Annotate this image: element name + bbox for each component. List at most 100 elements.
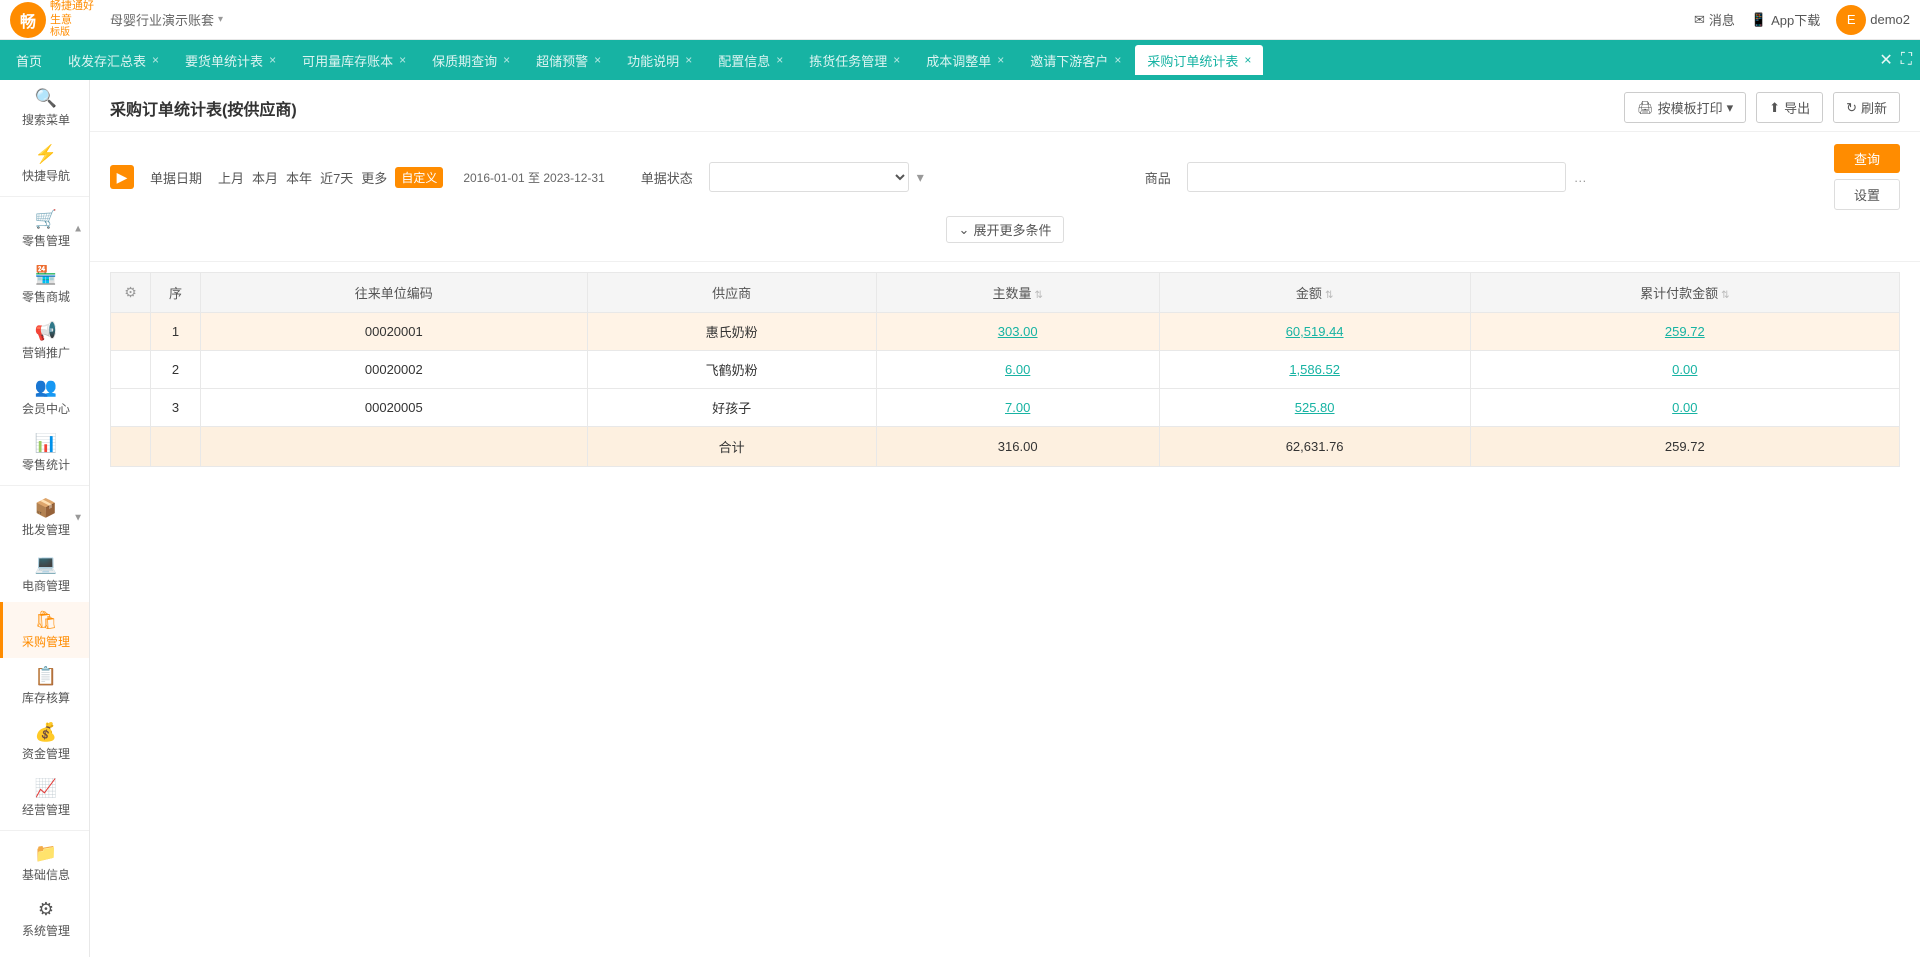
sidebar-item-operation[interactable]: 📈 经营管理	[0, 770, 89, 826]
sidebar-item-enterprise[interactable]: 🤝 企业协同	[0, 947, 89, 957]
column-settings-icon[interactable]: ⚙	[124, 284, 137, 300]
paid-link[interactable]: 0.00	[1672, 362, 1697, 377]
filter-area: ▶ 单据日期 上月 本月 本年 近7天 更多 自定义 2016-01-01 至 …	[90, 132, 1920, 262]
search-button[interactable]: 查询	[1834, 144, 1900, 173]
col-main-qty: 主数量⇅	[876, 273, 1159, 313]
tab-expand-button[interactable]: ⛶	[1901, 51, 1912, 69]
date-filter-label: 单据日期	[150, 168, 202, 187]
row-amount: 1,586.52	[1159, 351, 1470, 389]
tab-cost-adjust[interactable]: 成本调整单 ×	[914, 45, 1016, 75]
table-row[interactable]: 3 00020005 好孩子 7.00 525.80 0.00	[111, 389, 1900, 427]
row-settings-cell	[111, 351, 151, 389]
quick-nav-icon: ⚡	[35, 144, 57, 165]
tab-close-all-button[interactable]: ✕	[1879, 50, 1892, 70]
user-profile[interactable]: E demo2	[1836, 5, 1910, 35]
tab-close-cost-adjust[interactable]: ×	[997, 53, 1004, 67]
expand-more-button[interactable]: ⌄ 展开更多条件	[946, 216, 1065, 243]
sidebar-item-basic[interactable]: 📁 基础信息	[0, 835, 89, 891]
sidebar-item-retail[interactable]: 🛒 零售管理 ▲	[0, 201, 89, 257]
refresh-button[interactable]: ↻ 刷新	[1833, 92, 1900, 123]
table-footer-row: 合计 316.00 62,631.76 259.72	[111, 427, 1900, 467]
shortcut-this-month[interactable]: 本月	[252, 168, 278, 187]
sidebar-item-inventory[interactable]: 📋 库存核算	[0, 658, 89, 714]
table-row[interactable]: 2 00020002 飞鹤奶粉 6.00 1,586.52 0.00	[111, 351, 1900, 389]
footer-main-qty: 316.00	[876, 427, 1159, 467]
page-title: 采购订单统计表(按供应商)	[110, 96, 297, 120]
status-select-arrow[interactable]: ▾	[917, 169, 924, 186]
tab-close-stock-book[interactable]: ×	[399, 53, 406, 67]
export-button[interactable]: ⬆ 导出	[1756, 92, 1823, 123]
tab-overstock-alert[interactable]: 超储预警 ×	[524, 45, 613, 75]
footer-summary-label: 合计	[587, 427, 876, 467]
tab-close-purchase-stats[interactable]: ×	[1244, 53, 1251, 67]
custom-date-button[interactable]: 自定义	[395, 167, 443, 188]
goods-filter-input[interactable]	[1187, 162, 1566, 192]
row-no: 1	[151, 313, 201, 351]
chevron-down-icon: ⌄	[959, 222, 970, 238]
message-button[interactable]: ✉ 消息	[1694, 10, 1735, 29]
tab-close-order-stats[interactable]: ×	[269, 53, 276, 67]
tab-close-pick-task[interactable]: ×	[893, 53, 900, 67]
tab-order-stats[interactable]: 要货单统计表 ×	[173, 45, 288, 75]
app-download-button[interactable]: 📱 App下载	[1751, 10, 1820, 29]
qty-link[interactable]: 7.00	[1005, 400, 1030, 415]
sidebar-item-purchase[interactable]: 🛍 采购管理	[0, 602, 89, 658]
sidebar-item-wholesale[interactable]: 📦 批发管理 ▼	[0, 490, 89, 546]
row-main-qty: 303.00	[876, 313, 1159, 351]
shortcut-last-month[interactable]: 上月	[218, 168, 244, 187]
sidebar-item-system[interactable]: ⚙ 系统管理	[0, 891, 89, 947]
chevron-down-icon: ▼	[73, 513, 83, 524]
download-icon: 📱	[1751, 12, 1767, 28]
sidebar-item-retail-stats[interactable]: 📊 零售统计	[0, 425, 89, 481]
table-row[interactable]: 1 00020001 惠氏奶粉 303.00 60,519.44 259.72	[111, 313, 1900, 351]
capital-icon: 💰	[35, 722, 57, 743]
sidebar-item-member[interactable]: 👥 会员中心	[0, 369, 89, 425]
sidebar-item-search[interactable]: 🔍 搜索菜单	[0, 80, 89, 136]
qty-link[interactable]: 6.00	[1005, 362, 1030, 377]
sidebar-item-marketing[interactable]: 📢 营销推广	[0, 313, 89, 369]
marketing-icon: 📢	[35, 321, 57, 342]
shortcut-this-year[interactable]: 本年	[286, 168, 312, 187]
goods-filter-more-icon[interactable]: …	[1574, 170, 1587, 185]
qty-link[interactable]: 303.00	[998, 324, 1038, 339]
tab-close-overstock[interactable]: ×	[594, 53, 601, 67]
tab-config-info[interactable]: 配置信息 ×	[706, 45, 795, 75]
tab-close-receive-pay[interactable]: ×	[152, 53, 159, 67]
shortcut-more[interactable]: 更多	[361, 168, 387, 187]
workspace-selector[interactable]: 母婴行业演示账套 ▾	[110, 10, 223, 29]
sidebar-item-quick-nav[interactable]: ⚡ 快捷导航	[0, 136, 89, 192]
avatar: E	[1836, 5, 1866, 35]
sidebar-item-retail-mall[interactable]: 🏪 零售商城	[0, 257, 89, 313]
filter-toggle-button[interactable]: ▶	[110, 165, 134, 189]
tab-close-func-desc[interactable]: ×	[685, 53, 692, 67]
print-button[interactable]: 🖨 按模板打印 ▾	[1624, 92, 1746, 123]
sidebar-item-ecommerce[interactable]: 💻 电商管理	[0, 546, 89, 602]
sidebar-item-capital[interactable]: 💰 资金管理	[0, 714, 89, 770]
col-paid-amount: 累计付款金额⇅	[1470, 273, 1899, 313]
tab-invite-downstream[interactable]: 邀请下游客户 ×	[1018, 45, 1133, 75]
paid-link[interactable]: 0.00	[1672, 400, 1697, 415]
tab-home[interactable]: 首页	[4, 45, 54, 75]
amount-link[interactable]: 525.80	[1295, 400, 1335, 415]
tab-pick-task[interactable]: 拣货任务管理 ×	[797, 45, 912, 75]
status-select-wrap: ▾	[709, 162, 1109, 192]
tab-close-config-info[interactable]: ×	[776, 53, 783, 67]
settings-button[interactable]: 设置	[1834, 179, 1900, 210]
message-icon: ✉	[1694, 12, 1705, 28]
paid-link[interactable]: 259.72	[1665, 324, 1705, 339]
tab-close-invite[interactable]: ×	[1114, 53, 1121, 67]
tab-purchase-stats[interactable]: 采购订单统计表 ×	[1135, 45, 1263, 75]
status-select[interactable]	[709, 162, 909, 192]
tab-expiry-query[interactable]: 保质期查询 ×	[420, 45, 522, 75]
tab-receive-pay[interactable]: 收发存汇总表 ×	[56, 45, 171, 75]
tab-func-desc[interactable]: 功能说明 ×	[615, 45, 704, 75]
footer-paid-amount: 259.72	[1470, 427, 1899, 467]
status-filter-label: 单据状态	[641, 168, 693, 187]
amount-link[interactable]: 60,519.44	[1286, 324, 1344, 339]
row-supplier: 惠氏奶粉	[587, 313, 876, 351]
shortcut-7days[interactable]: 近7天	[320, 168, 353, 187]
tab-close-expiry-query[interactable]: ×	[503, 53, 510, 67]
amount-link[interactable]: 1,586.52	[1289, 362, 1340, 377]
tab-stock-book[interactable]: 可用量库存账本 ×	[290, 45, 418, 75]
retail-icon: 🛒	[35, 209, 57, 230]
